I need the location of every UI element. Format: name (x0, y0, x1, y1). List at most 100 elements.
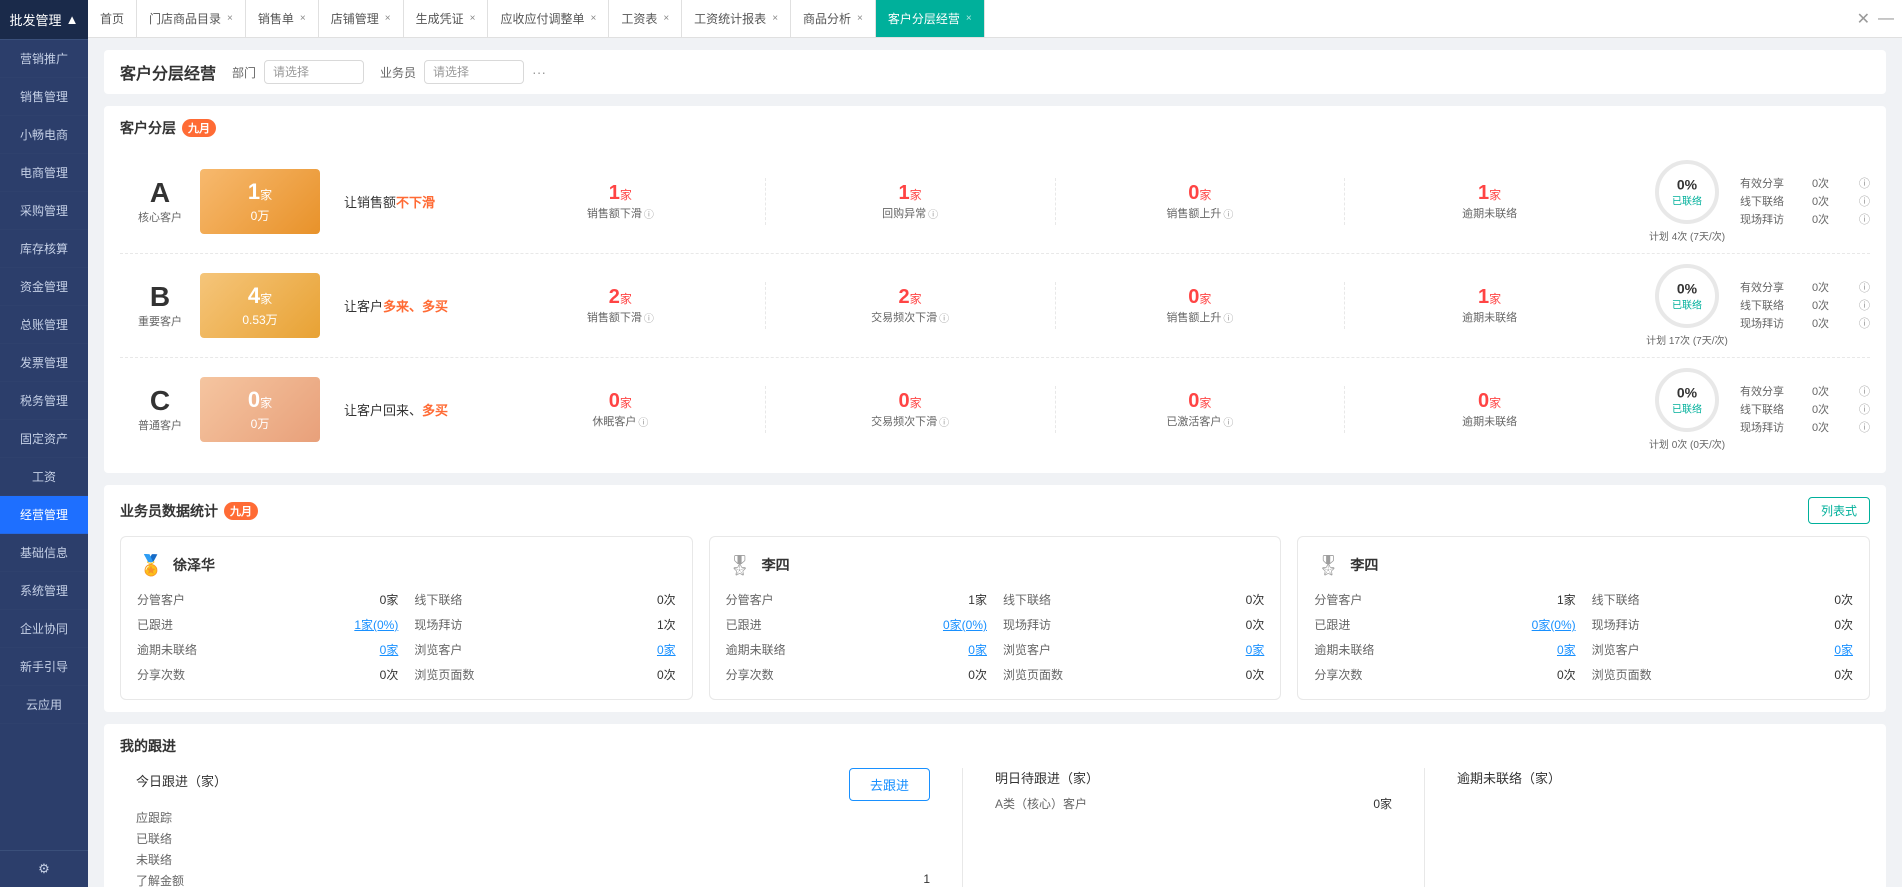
biz-stat-row: 浏览页面数 0次 (1003, 664, 1264, 685)
staff-filter: 业务员 请选择 ··· (380, 60, 546, 84)
right-stat-info-icon[interactable]: ⓘ (1859, 193, 1870, 209)
biz-header: 业务员数据统计 九月 列表式 (120, 497, 1870, 524)
follow-divider-1 (962, 768, 963, 887)
sidebar-item-资金管理[interactable]: 资金管理 (0, 268, 88, 306)
tab-首页[interactable]: 首页 (88, 0, 137, 38)
page-content: 客户分层经营 部门 请选择 业务员 请选择 ··· 客户分层 九月 (88, 38, 1902, 887)
right-stat-info-icon[interactable]: ⓘ (1859, 419, 1870, 435)
tier-stat: 1家 销售额下滑ⓘ (476, 178, 766, 225)
sidebar-item-营销推广[interactable]: 营销推广 (0, 40, 88, 78)
sidebar-item-固定资产[interactable]: 固定资产 (0, 420, 88, 458)
sidebar-item-税务管理[interactable]: 税务管理 (0, 382, 88, 420)
tab-生成凭证[interactable]: 生成凭证× (404, 0, 489, 38)
tab-close-icon[interactable]: × (590, 13, 596, 24)
sidebar-item-电商管理[interactable]: 电商管理 (0, 154, 88, 192)
sidebar-item-库存核算[interactable]: 库存核算 (0, 230, 88, 268)
tab-商品分析[interactable]: 商品分析× (791, 0, 876, 38)
sidebar-item-总账管理[interactable]: 总账管理 (0, 306, 88, 344)
sidebar-item-发票管理[interactable]: 发票管理 (0, 344, 88, 382)
tab-bar: 首页门店商品目录×销售单×店铺管理×生成凭证×应收应付调整单×工资表×工资统计报… (88, 0, 1902, 38)
sidebar-top[interactable]: 批发管理 ▲ (0, 0, 88, 40)
tab-close-icon[interactable]: × (470, 13, 476, 24)
main-area: 首页门店商品目录×销售单×店铺管理×生成凭证×应收应付调整单×工资表×工资统计报… (88, 0, 1902, 887)
tab-店铺管理[interactable]: 店铺管理× (319, 0, 404, 38)
biz-stat-row: 已跟进 1家(0%) (137, 614, 398, 635)
page-header: 客户分层经营 部门 请选择 业务员 请选择 ··· (104, 50, 1886, 94)
right-stat-row: 有效分享 0次 ⓘ (1740, 383, 1870, 399)
tab-客户分层经营[interactable]: 客户分层经营× (876, 0, 985, 38)
biz-stat-row: 现场拜访 0次 (1592, 614, 1853, 635)
biz-stat-row: 分享次数 0次 (137, 664, 398, 685)
follow-divider-2 (1424, 768, 1425, 887)
follow-today-title: 今日跟进（家） (136, 771, 227, 790)
tab-close-icon[interactable]: × (663, 13, 669, 24)
sidebar-item-工资[interactable]: 工资 (0, 458, 88, 496)
biz-stats-grid-2: 分管客户 1家 线下联络 0次 已跟进 0家(0%) 现场拜访 0次 逾期未联络… (1314, 589, 1853, 685)
follow-tomorrow-val: 0家 (1373, 795, 1392, 812)
tier-right-stats-A: 有效分享 0次 ⓘ 线下联络 0次 ⓘ 现场拜访 0次 ⓘ (1740, 175, 1870, 229)
tab-门店商品目录[interactable]: 门店商品目录× (137, 0, 246, 38)
tab-应收应付调整单[interactable]: 应收应付调整单× (488, 0, 609, 38)
tier-rows: A 核心客户 1家 0万 让销售额不下滑 1家 销售额下滑ⓘ 1家 回购异常ⓘ … (120, 150, 1870, 461)
biz-card-0: 🏅 徐泽华 分管客户 0家 线下联络 0次 已跟进 1家(0%) 现场拜访 1次… (120, 536, 693, 700)
tier-row-C: C 普通客户 0家 0万 让客户回来、多买 0家 休眠客户ⓘ 0家 交易频次下滑… (120, 358, 1870, 461)
follow-stat-row: 已联络 (136, 830, 930, 847)
sidebar-item-小畅电商[interactable]: 小畅电商 (0, 116, 88, 154)
tier-suggestion-B: 让客户多来、多买 (336, 296, 476, 315)
biz-stat-row: 分享次数 0次 (726, 664, 987, 685)
biz-cards: 🏅 徐泽华 分管客户 0家 线下联络 0次 已跟进 1家(0%) 现场拜访 1次… (120, 536, 1870, 700)
tab-工资统计报表[interactable]: 工资统计报表× (682, 0, 791, 38)
tab-close-icon[interactable]: × (966, 13, 972, 24)
biz-stat-row: 逾期未联络 0家 (137, 639, 398, 660)
tier-label-A: A 核心客户 (120, 179, 200, 225)
tier-circle-B: 0% 已联络 计划 17次 (7天/次) (1642, 264, 1732, 347)
biz-stat-row: 浏览页面数 0次 (414, 664, 675, 685)
tier-right-stats-C: 有效分享 0次 ⓘ 线下联络 0次 ⓘ 现场拜访 0次 ⓘ (1740, 383, 1870, 437)
follow-tomorrow-title: 明日待跟进（家） (995, 768, 1392, 787)
staff-select[interactable]: 请选择 (424, 60, 524, 84)
sidebar-item-基础信息[interactable]: 基础信息 (0, 534, 88, 572)
sidebar-item-新手引导[interactable]: 新手引导 (0, 648, 88, 686)
right-stat-info-icon[interactable]: ⓘ (1859, 315, 1870, 331)
tier-stat: 2家 销售额下滑ⓘ (476, 282, 766, 329)
tier-circle-C: 0% 已联络 计划 0次 (0天/次) (1642, 368, 1732, 451)
tier-row-A: A 核心客户 1家 0万 让销售额不下滑 1家 销售额下滑ⓘ 1家 回购异常ⓘ … (120, 150, 1870, 254)
follow-tomorrow-row: A类（核心）客户 0家 (995, 795, 1392, 812)
sidebar-item-系统管理[interactable]: 系统管理 (0, 572, 88, 610)
right-stat-info-icon[interactable]: ⓘ (1859, 279, 1870, 295)
right-stat-info-icon[interactable]: ⓘ (1859, 211, 1870, 227)
tab-销售单[interactable]: 销售单× (246, 0, 319, 38)
tier-stat: 0家 已激活客户ⓘ (1056, 386, 1346, 433)
tab-close-icon[interactable]: × (300, 13, 306, 24)
tab-工资表[interactable]: 工资表× (609, 0, 682, 38)
biz-stats-grid-0: 分管客户 0家 线下联络 0次 已跟进 1家(0%) 现场拜访 1次 逾期未联络… (137, 589, 676, 685)
sidebar-settings[interactable]: ⚙ (0, 850, 88, 887)
sidebar-item-经营管理[interactable]: 经营管理 (0, 496, 88, 534)
list-view-button[interactable]: 列表式 (1808, 497, 1870, 524)
sidebar-title: 批发管理 (10, 10, 62, 29)
biz-stat-row: 线下联络 0次 (1592, 589, 1853, 610)
tab-close-icon[interactable]: × (772, 13, 778, 24)
right-stat-info-icon[interactable]: ⓘ (1859, 297, 1870, 313)
right-stat-info-icon[interactable]: ⓘ (1859, 383, 1870, 399)
tab-close-icon[interactable]: × (227, 13, 233, 24)
tier-circle-A: 0% 已联络 计划 4次 (7天/次) (1642, 160, 1732, 243)
tab-close-icon[interactable]: × (385, 13, 391, 24)
sidebar-item-销售管理[interactable]: 销售管理 (0, 78, 88, 116)
right-stat-info-icon[interactable]: ⓘ (1859, 175, 1870, 191)
sidebar-item-云应用[interactable]: 云应用 (0, 686, 88, 724)
close-window-icon[interactable]: ✕ (1857, 9, 1870, 29)
medal-icon: 🎖 (1316, 553, 1341, 578)
biz-stat-row: 浏览客户 0家 (1003, 639, 1264, 660)
dept-select[interactable]: 请选择 (264, 60, 364, 84)
filter-more-icon[interactable]: ··· (532, 64, 546, 80)
sidebar-item-企业协同[interactable]: 企业协同 (0, 610, 88, 648)
follow-overdue-col: 逾期未联络（家） (1441, 768, 1870, 887)
follow-stat-row: 应跟踪 (136, 809, 930, 826)
tab-close-icon[interactable]: × (857, 13, 863, 24)
staff-label: 业务员 (380, 64, 416, 81)
sidebar-item-采购管理[interactable]: 采购管理 (0, 192, 88, 230)
go-follow-button[interactable]: 去跟进 (849, 768, 930, 801)
right-stat-info-icon[interactable]: ⓘ (1859, 401, 1870, 417)
minus-window-icon[interactable]: — (1878, 10, 1894, 28)
